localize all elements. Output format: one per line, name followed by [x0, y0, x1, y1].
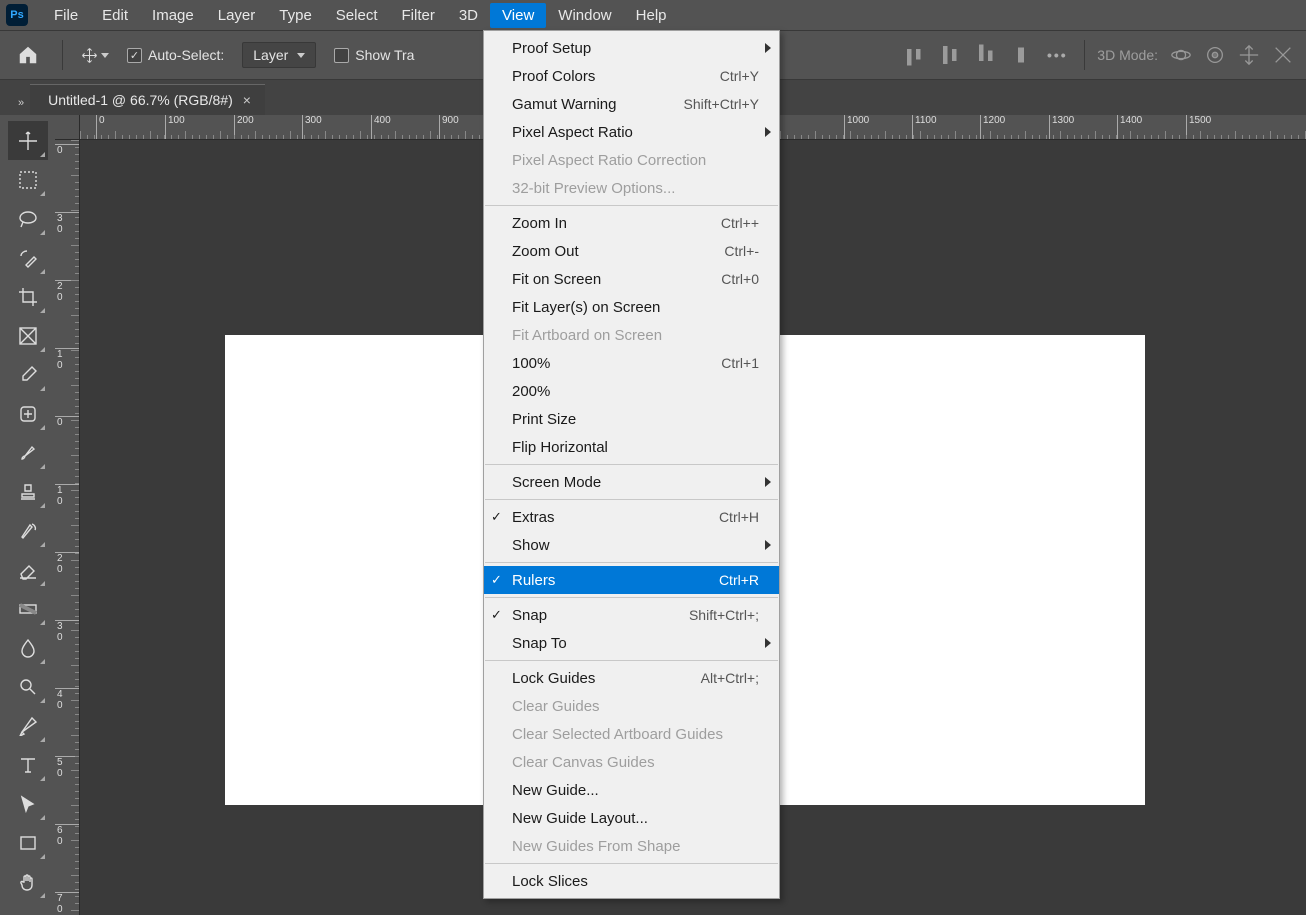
menu-type[interactable]: Type — [267, 3, 324, 28]
menu-item-32-bit-preview-options: 32-bit Preview Options... — [484, 174, 779, 202]
document-tab-title: Untitled-1 @ 66.7% (RGB/8#) — [48, 92, 233, 108]
auto-select-checkbox[interactable]: Auto-Select: — [127, 47, 224, 63]
path-select-tool[interactable] — [8, 784, 48, 823]
lasso-tool[interactable] — [8, 199, 48, 238]
document-tab[interactable]: Untitled-1 @ 66.7% (RGB/8#) × — [30, 84, 265, 115]
type-tool[interactable] — [8, 745, 48, 784]
menu-image[interactable]: Image — [140, 3, 206, 28]
menu-item-flip-horizontal[interactable]: Flip Horizontal — [484, 433, 779, 461]
vertical-ruler[interactable]: 0302010010203040506070 — [55, 140, 80, 915]
menubar: Ps FileEditImageLayerTypeSelectFilter3DV… — [0, 0, 1306, 30]
orbit-icon[interactable] — [1170, 44, 1192, 66]
menu-item-extras[interactable]: ✓ExtrasCtrl+H — [484, 503, 779, 531]
show-transform-checkbox[interactable]: Show Tra — [334, 47, 414, 63]
menu-separator — [485, 205, 778, 206]
auto-select-label: Auto-Select: — [148, 47, 224, 63]
menu-item-lock-guides[interactable]: Lock GuidesAlt+Ctrl+; — [484, 664, 779, 692]
expand-tabs-icon[interactable]: » — [12, 91, 30, 115]
blur-tool[interactable] — [8, 628, 48, 667]
frame-tool[interactable] — [8, 316, 48, 355]
rectangle-tool[interactable] — [8, 823, 48, 862]
menu-item-lock-slices[interactable]: Lock Slices — [484, 867, 779, 895]
menu-item-zoom-in[interactable]: Zoom InCtrl++ — [484, 209, 779, 237]
home-button[interactable] — [12, 39, 44, 71]
align-buttons: ••• 3D Mode: — [898, 40, 1294, 70]
menu-item-fit-layer-s-on-screen[interactable]: Fit Layer(s) on Screen — [484, 293, 779, 321]
menu-separator — [485, 562, 778, 563]
quick-select-tool[interactable] — [8, 238, 48, 277]
history-brush-tool[interactable] — [8, 511, 48, 550]
slide-icon[interactable] — [1272, 44, 1294, 66]
align-vcenter-icon[interactable] — [934, 40, 964, 70]
menu-separator — [485, 464, 778, 465]
menu-item-pixel-aspect-ratio[interactable]: Pixel Aspect Ratio — [484, 118, 779, 146]
ruler-origin[interactable] — [55, 115, 80, 140]
menu-view[interactable]: View — [490, 3, 546, 28]
menu-item-rulers[interactable]: ✓RulersCtrl+R — [484, 566, 779, 594]
show-transform-label: Show Tra — [355, 47, 414, 63]
menu-separator — [485, 863, 778, 864]
menu-filter[interactable]: Filter — [390, 3, 447, 28]
menu-select[interactable]: Select — [324, 3, 390, 28]
menu-item-new-guides-from-shape: New Guides From Shape — [484, 832, 779, 860]
heal-tool[interactable] — [8, 394, 48, 433]
menu-item-snap[interactable]: ✓SnapShift+Ctrl+; — [484, 601, 779, 629]
menu-item-show[interactable]: Show — [484, 531, 779, 559]
menu-help[interactable]: Help — [624, 3, 679, 28]
brush-tool[interactable] — [8, 433, 48, 472]
3d-mode-label: 3D Mode: — [1097, 47, 1158, 63]
menu-item-clear-canvas-guides: Clear Canvas Guides — [484, 748, 779, 776]
menu-edit[interactable]: Edit — [90, 3, 140, 28]
menu-item-gamut-warning[interactable]: Gamut WarningShift+Ctrl+Y — [484, 90, 779, 118]
menu-window[interactable]: Window — [546, 3, 623, 28]
menu-separator — [485, 660, 778, 661]
menu-item-pixel-aspect-ratio-correction: Pixel Aspect Ratio Correction — [484, 146, 779, 174]
eraser-tool[interactable] — [8, 550, 48, 589]
3d-mode-group: 3D Mode: — [1097, 40, 1294, 70]
view-menu-dropdown: Proof SetupProof ColorsCtrl+YGamut Warni… — [483, 30, 780, 899]
menu-item-zoom-out[interactable]: Zoom OutCtrl+- — [484, 237, 779, 265]
menu-item-print-size[interactable]: Print Size — [484, 405, 779, 433]
crop-tool[interactable] — [8, 277, 48, 316]
dodge-tool[interactable] — [8, 667, 48, 706]
pan-icon[interactable] — [1238, 44, 1260, 66]
menu-file[interactable]: File — [42, 3, 90, 28]
menu-item-screen-mode[interactable]: Screen Mode — [484, 468, 779, 496]
gradient-tool[interactable] — [8, 589, 48, 628]
menu-item-100[interactable]: 100%Ctrl+1 — [484, 349, 779, 377]
menu-layer[interactable]: Layer — [206, 3, 268, 28]
layer-select[interactable]: Layer — [242, 42, 316, 68]
menu-item-snap-to[interactable]: Snap To — [484, 629, 779, 657]
align-distribute-icon[interactable] — [1006, 40, 1036, 70]
menu-item-proof-colors[interactable]: Proof ColorsCtrl+Y — [484, 62, 779, 90]
close-tab-icon[interactable]: × — [243, 92, 251, 108]
menu-3d[interactable]: 3D — [447, 3, 490, 28]
menu-separator — [485, 499, 778, 500]
move-tool-icon[interactable] — [81, 41, 109, 69]
stamp-tool[interactable] — [8, 472, 48, 511]
menu-item-fit-artboard-on-screen: Fit Artboard on Screen — [484, 321, 779, 349]
menu-item-clear-selected-artboard-guides: Clear Selected Artboard Guides — [484, 720, 779, 748]
menu-item-fit-on-screen[interactable]: Fit on ScreenCtrl+0 — [484, 265, 779, 293]
more-options-icon[interactable]: ••• — [1042, 40, 1072, 70]
roll-icon[interactable] — [1204, 44, 1226, 66]
app-logo: Ps — [6, 4, 28, 26]
pen-tool[interactable] — [8, 706, 48, 745]
menu-separator — [485, 597, 778, 598]
menu-item-new-guide-layout[interactable]: New Guide Layout... — [484, 804, 779, 832]
hand-tool[interactable] — [8, 862, 48, 901]
align-bottom-icon[interactable] — [970, 40, 1000, 70]
tools-panel — [0, 115, 55, 915]
menu-item-new-guide[interactable]: New Guide... — [484, 776, 779, 804]
eyedropper-tool[interactable] — [8, 355, 48, 394]
rect-marquee-tool[interactable] — [8, 160, 48, 199]
menu-item-proof-setup[interactable]: Proof Setup — [484, 34, 779, 62]
move-tool[interactable] — [8, 121, 48, 160]
align-top-icon[interactable] — [898, 40, 928, 70]
menu-item-200[interactable]: 200% — [484, 377, 779, 405]
menu-item-clear-guides: Clear Guides — [484, 692, 779, 720]
